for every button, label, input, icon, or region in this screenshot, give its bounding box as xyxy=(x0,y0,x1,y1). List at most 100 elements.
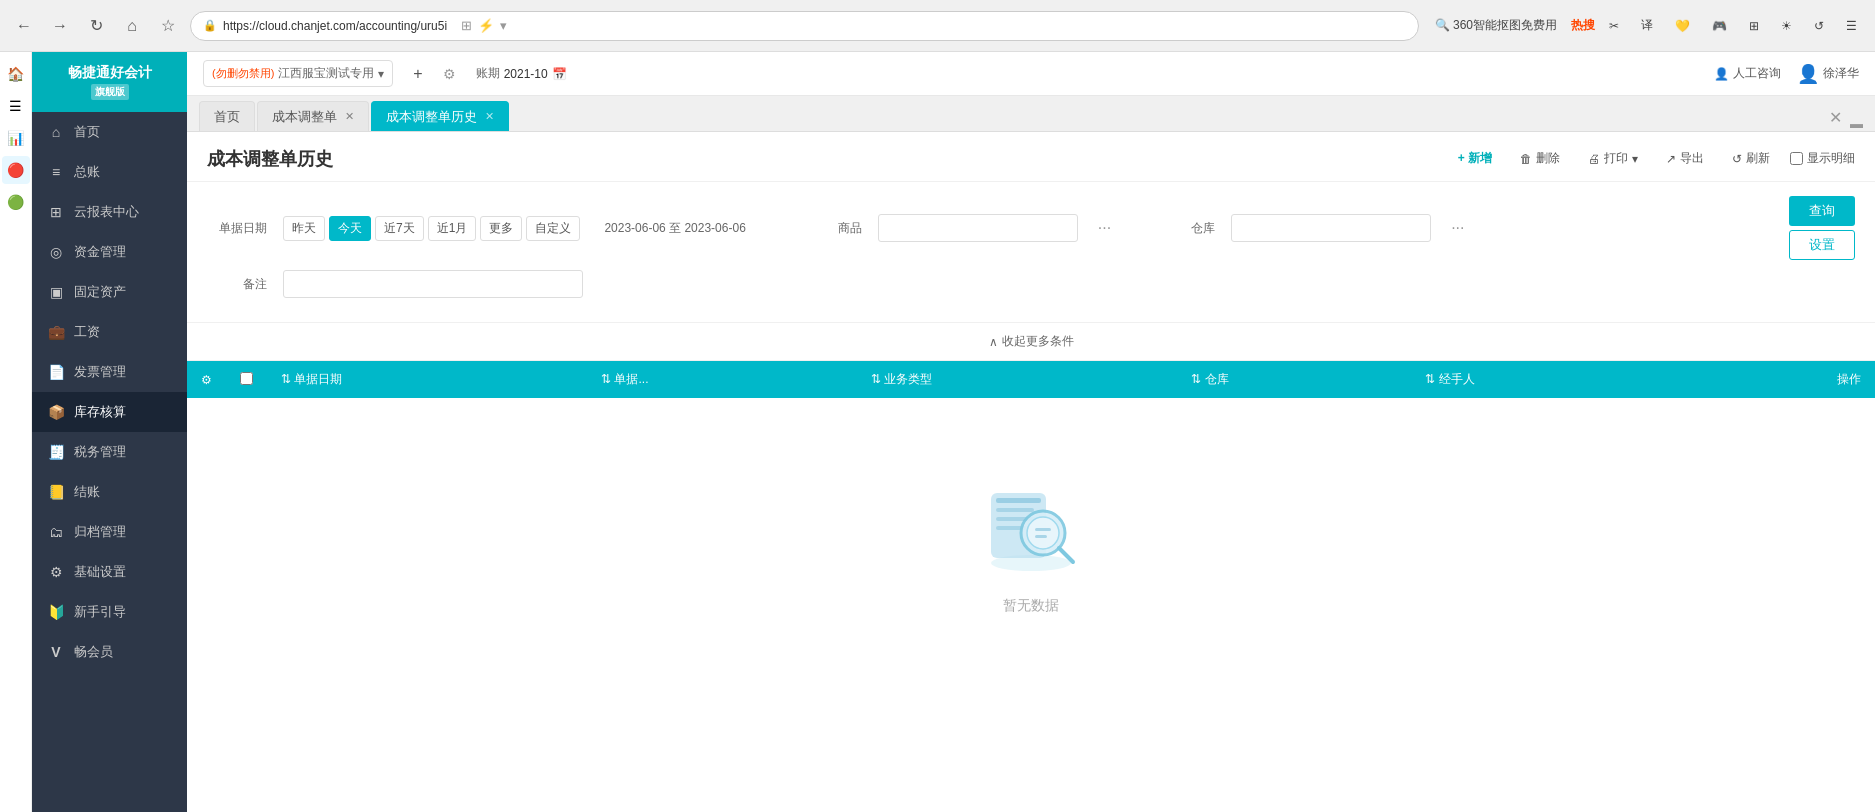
sidebar-item-tax[interactable]: 🧾 税务管理 xyxy=(32,432,187,472)
history-btn[interactable]: ↺ xyxy=(1806,15,1832,37)
sidebar-item-invoice[interactable]: 📄 发票管理 xyxy=(32,352,187,392)
th-settings[interactable]: ⚙ xyxy=(187,361,226,398)
sidebar-label-ledger: 总账 xyxy=(74,163,100,181)
tab-cost-adjust[interactable]: 成本调整单 ✕ xyxy=(257,101,369,131)
rail-icon-3[interactable]: 📊 xyxy=(2,124,30,152)
sidebar-item-member[interactable]: V 畅会员 xyxy=(32,632,187,672)
warehouse-more-dots[interactable]: ··· xyxy=(1447,219,1468,237)
home-button[interactable]: ⌂ xyxy=(118,12,146,40)
delete-button[interactable]: 🗑 删除 xyxy=(1512,146,1568,171)
date-1month[interactable]: 近1月 xyxy=(428,216,477,241)
sidebar-item-inventory[interactable]: 📦 库存核算 xyxy=(32,392,187,432)
tab-history-close[interactable]: ✕ xyxy=(485,110,494,123)
close-panel-btn[interactable]: ✕ xyxy=(1825,104,1846,131)
svg-rect-10 xyxy=(1035,535,1047,538)
set-button[interactable]: 设置 xyxy=(1789,230,1855,260)
browser-chrome: ← → ↻ ⌂ ☆ 🔒 https://cloud.chanjet.com/ac… xyxy=(0,0,1875,52)
settings-icon: ⚙ xyxy=(48,564,64,580)
filter-row-note: 备注 xyxy=(207,270,1855,298)
filter-row-date: 单据日期 昨天 今天 近7天 近1月 更多 自定义 2023-06-06 至 2… xyxy=(207,196,1855,260)
sidebar-item-payroll[interactable]: 💼 工资 xyxy=(32,312,187,352)
sidebar-label-home: 首页 xyxy=(74,123,100,141)
grid-btn[interactable]: ⊞ xyxy=(1741,15,1767,37)
rail-icon-4[interactable]: 🔴 xyxy=(2,156,30,184)
settings-gear-icon[interactable]: ⚙ xyxy=(443,66,456,82)
menu-btn[interactable]: ☰ xyxy=(1838,15,1865,37)
add-tab-btn[interactable]: + xyxy=(405,61,430,87)
warehouse-filter-input[interactable] xyxy=(1231,214,1431,242)
sidebar-label-close: 结账 xyxy=(74,483,100,501)
print-button[interactable]: 🖨 打印 ▾ xyxy=(1580,146,1646,171)
note-filter-input[interactable] xyxy=(283,270,583,298)
icon-rail: 🏠 ☰ 📊 🔴 🟢 xyxy=(0,52,32,812)
sidebar-item-assets[interactable]: ▣ 固定资产 xyxy=(32,272,187,312)
query-button[interactable]: 查询 xyxy=(1789,196,1855,226)
address-bar[interactable]: 🔒 https://cloud.chanjet.com/accounting/u… xyxy=(190,11,1419,41)
product-more-dots[interactable]: ··· xyxy=(1094,219,1115,237)
search-360-btn[interactable]: 🔍 360智能抠图免费用 xyxy=(1427,13,1565,38)
game-btn[interactable]: 🎮 xyxy=(1704,15,1735,37)
th-warehouse[interactable]: ⇅ 仓库 xyxy=(1177,361,1411,398)
minimize-btn[interactable]: ▬ xyxy=(1850,116,1863,131)
forward-button[interactable]: → xyxy=(46,12,74,40)
sidebar-item-ledger[interactable]: ≡ 总账 xyxy=(32,152,187,192)
date-today[interactable]: 今天 xyxy=(329,216,371,241)
date-yesterday[interactable]: 昨天 xyxy=(283,216,325,241)
date-7days[interactable]: 近7天 xyxy=(375,216,424,241)
sidebar-item-settings[interactable]: ⚙ 基础设置 xyxy=(32,552,187,592)
table-settings-icon[interactable]: ⚙ xyxy=(201,373,212,387)
svg-rect-9 xyxy=(1035,528,1051,531)
user-name: 徐泽华 xyxy=(1823,65,1859,82)
user-info[interactable]: 👤 徐泽华 xyxy=(1797,63,1859,85)
date-more[interactable]: 更多 xyxy=(480,216,522,241)
invoice-icon: 📄 xyxy=(48,364,64,380)
dropdown-icon: ▾ xyxy=(500,18,507,33)
tab-cost-adjust-label: 成本调整单 xyxy=(272,108,337,126)
wallet-btn[interactable]: 💛 xyxy=(1667,15,1698,37)
tab-home-label: 首页 xyxy=(214,108,240,126)
sidebar-item-home[interactable]: ⌂ 首页 xyxy=(32,112,187,152)
collapse-button[interactable]: ∧ 收起更多条件 xyxy=(973,327,1090,356)
product-filter-input[interactable] xyxy=(878,214,1078,242)
help-link[interactable]: 👤 人工咨询 xyxy=(1714,65,1781,82)
show-cols-toggle[interactable]: 显示明细 xyxy=(1790,150,1855,167)
tab-cost-adjust-history[interactable]: 成本调整单历史 ✕ xyxy=(371,101,509,131)
collapse-label: 收起更多条件 xyxy=(1002,333,1074,350)
select-all-checkbox[interactable] xyxy=(240,372,253,385)
bookmark-button[interactable]: ☆ xyxy=(154,12,182,40)
refresh-button[interactable]: ↺ 刷新 xyxy=(1724,146,1778,171)
top-bar-right: 👤 人工咨询 👤 徐泽华 xyxy=(1714,63,1859,85)
company-selector[interactable]: (勿删勿禁用) 江西服宝测试专用 ▾ xyxy=(203,60,393,87)
browser-right-tools: 🔍 360智能抠图免费用 热搜 ✂ 译 💛 🎮 ⊞ ☀ ↺ ☰ xyxy=(1427,13,1865,38)
translate-btn[interactable]: 译 xyxy=(1633,13,1661,38)
delete-icon: 🗑 xyxy=(1520,152,1532,166)
sidebar-label-payroll: 工资 xyxy=(74,323,100,341)
sidebar-item-capital[interactable]: ◎ 资金管理 xyxy=(32,232,187,272)
th-handler[interactable]: ⇅ 经手人 xyxy=(1411,361,1688,398)
sidebar-item-reports[interactable]: ⊞ 云报表中心 xyxy=(32,192,187,232)
rail-icon-1[interactable]: 🏠 xyxy=(2,60,30,88)
rail-icon-2[interactable]: ☰ xyxy=(2,92,30,120)
print-dropdown-icon: ▾ xyxy=(1632,152,1638,166)
empty-svg xyxy=(971,478,1091,578)
show-cols-label-text: 显示明细 xyxy=(1807,150,1855,167)
date-custom[interactable]: 自定义 xyxy=(526,216,580,241)
tab-home[interactable]: 首页 xyxy=(199,101,255,131)
tab-cost-adjust-close[interactable]: ✕ xyxy=(345,110,354,123)
sidebar-item-newbie[interactable]: 🔰 新手引导 xyxy=(32,592,187,632)
theme-btn[interactable]: ☀ xyxy=(1773,15,1800,37)
reload-button[interactable]: ↻ xyxy=(82,12,110,40)
new-button[interactable]: + 新增 xyxy=(1450,146,1500,171)
back-button[interactable]: ← xyxy=(10,12,38,40)
sidebar-item-close[interactable]: 📒 结账 xyxy=(32,472,187,512)
th-number[interactable]: ⇅ 单据... xyxy=(587,361,857,398)
th-date[interactable]: ⇅ 单据日期 xyxy=(267,361,587,398)
th-checkbox[interactable] xyxy=(226,361,267,398)
hot-search-label: 热搜 xyxy=(1571,17,1595,34)
scissors-btn[interactable]: ✂ xyxy=(1601,15,1627,37)
sidebar-item-archive[interactable]: 🗂 归档管理 xyxy=(32,512,187,552)
show-cols-checkbox[interactable] xyxy=(1790,152,1803,165)
export-button[interactable]: ↗ 导出 xyxy=(1658,146,1712,171)
th-biz-type[interactable]: ⇅ 业务类型 xyxy=(857,361,1177,398)
rail-icon-5[interactable]: 🟢 xyxy=(2,188,30,216)
